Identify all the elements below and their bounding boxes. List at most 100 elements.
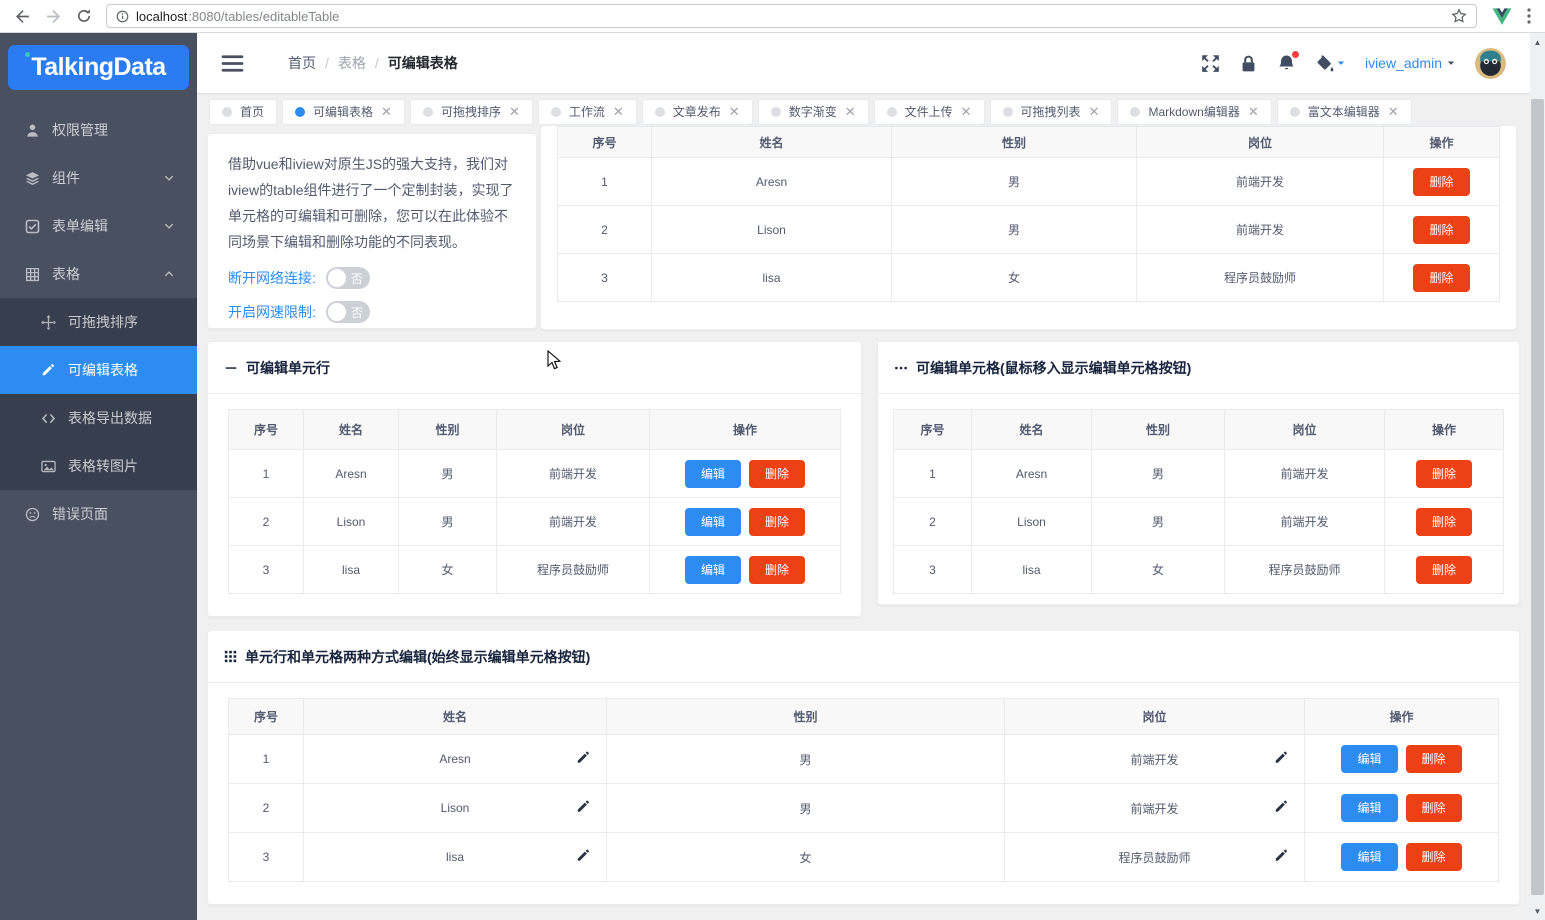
edit-cell-pencil-icon[interactable] xyxy=(1274,751,1288,768)
cell-actions: 删除 xyxy=(1383,157,1500,206)
cell-actions: 编辑 删除 xyxy=(649,497,841,546)
sidebar-item-drag-sort[interactable]: 可拖拽排序 xyxy=(0,298,197,346)
delete-button[interactable]: 删除 xyxy=(1405,745,1462,773)
delete-button[interactable]: 删除 xyxy=(1415,555,1472,584)
breadcrumb-home[interactable]: 首页 xyxy=(288,53,316,73)
sidebar-item-components[interactable]: 组件 xyxy=(0,154,197,202)
avatar[interactable] xyxy=(1475,47,1506,79)
delete-button[interactable]: 删除 xyxy=(749,555,806,584)
cell-job: 前端开发 xyxy=(1224,497,1385,546)
table-row: 3 lisa 女程序员鼓励师 编辑 删除 xyxy=(228,545,841,594)
column-header: 岗位 xyxy=(1004,698,1305,735)
browser-refresh-icon[interactable] xyxy=(76,8,92,24)
delete-button[interactable]: 删除 xyxy=(1415,507,1472,536)
browser-menu-icon[interactable] xyxy=(1527,8,1531,24)
edit-button[interactable]: 编辑 xyxy=(684,507,741,536)
tab-close-icon[interactable]: ✕ xyxy=(509,104,520,120)
data-table: 序号 姓名 性别 岗位 操作 1 Aresn 男前端开发 编辑 删除 2 Lison 男前端开发 编辑 删除… xyxy=(228,698,1499,882)
tab-8[interactable]: Markdown编辑器 ✕ xyxy=(1117,98,1272,125)
delete-button[interactable]: 删除 xyxy=(749,459,806,488)
sidebar-item-tables[interactable]: 表格 xyxy=(0,250,197,298)
edit-cell-pencil-icon[interactable] xyxy=(1274,800,1288,817)
lock-icon[interactable] xyxy=(1239,54,1258,73)
tab-close-icon[interactable]: ✕ xyxy=(381,104,392,120)
edit-cell-pencil-icon[interactable] xyxy=(576,849,590,866)
delete-button[interactable]: 删除 xyxy=(1405,843,1462,871)
user-dropdown[interactable]: iview_admin xyxy=(1365,55,1456,71)
vue-devtools-icon[interactable] xyxy=(1491,7,1513,26)
cell-job: 前端开发 xyxy=(1136,157,1384,206)
tab-status-dot xyxy=(550,106,561,117)
browser-back-icon[interactable] xyxy=(14,8,31,25)
edit-button[interactable]: 编辑 xyxy=(1341,843,1398,871)
edit-cell-pencil-icon[interactable] xyxy=(576,800,590,817)
edit-cell-pencil-icon[interactable] xyxy=(576,751,590,768)
ellipsis-icon xyxy=(894,361,908,375)
sidebar-item-table-to-image[interactable]: 表格转图片 xyxy=(0,442,197,490)
sad-icon xyxy=(24,507,40,522)
bookmark-star-icon[interactable] xyxy=(1451,8,1467,24)
chevron-up-icon xyxy=(161,268,177,280)
cell-job: 前端开发 xyxy=(1004,783,1305,833)
fullscreen-icon[interactable] xyxy=(1201,54,1220,73)
scroll-down-arrow[interactable]: ▼ xyxy=(1530,904,1545,918)
scroll-up-arrow[interactable]: ▲ xyxy=(1530,35,1545,49)
move-icon xyxy=(40,314,56,330)
cell-job: 程序员鼓励师 xyxy=(496,545,650,594)
edit-button[interactable]: 编辑 xyxy=(1341,745,1398,773)
tab-close-icon[interactable]: ✕ xyxy=(1089,104,1100,120)
sidebar-item-form-edit[interactable]: 表单编辑 xyxy=(0,202,197,250)
sidebar-collapse-icon[interactable] xyxy=(221,54,244,73)
column-header: 姓名 xyxy=(651,126,892,158)
tab-close-icon[interactable]: ✕ xyxy=(845,104,856,120)
tab-9[interactable]: 富文本编辑器 ✕ xyxy=(1276,98,1412,125)
notifications-bell-icon[interactable] xyxy=(1277,50,1299,73)
table-row: 3 lisa 女程序员鼓励师 删除 xyxy=(893,545,1504,594)
tab-close-icon[interactable]: ✕ xyxy=(1248,104,1259,120)
info-icon[interactable] xyxy=(116,10,129,23)
tab-close-icon[interactable]: ✕ xyxy=(961,104,972,120)
tab-5[interactable]: 数字渐变 ✕ xyxy=(757,98,869,125)
tab-0[interactable]: 首页 xyxy=(209,98,278,125)
caret-down-icon xyxy=(1336,58,1346,68)
delete-button[interactable]: 删除 xyxy=(1415,459,1472,488)
toggle-switch[interactable]: 否 xyxy=(325,267,370,289)
delete-button[interactable]: 删除 xyxy=(1405,794,1462,822)
toggle-switch[interactable]: 否 xyxy=(325,301,370,323)
theme-switcher[interactable] xyxy=(1315,54,1346,73)
edit-cell-pencil-icon[interactable] xyxy=(1274,849,1288,866)
cell-actions: 删除 xyxy=(1384,449,1504,498)
sidebar-item-error-page[interactable]: 错误页面 xyxy=(0,490,197,538)
tab-close-icon[interactable]: ✕ xyxy=(1388,104,1399,120)
tab-label: 文章发布 xyxy=(672,105,721,119)
tab-7[interactable]: 可拖拽列表 ✕ xyxy=(989,98,1113,125)
cell-index: 1 xyxy=(228,449,304,498)
sidebar-item-rights[interactable]: 权限管理 xyxy=(0,106,197,154)
edit-button[interactable]: 编辑 xyxy=(1341,794,1398,822)
tab-3[interactable]: 工作流 ✕ xyxy=(537,98,637,125)
sidebar-item-editable-table[interactable]: 可编辑表格 xyxy=(0,346,197,394)
tab-status-dot xyxy=(1289,106,1300,117)
tab-close-icon[interactable]: ✕ xyxy=(613,104,624,120)
breadcrumb: 首页 / 表格 / 可编辑表格 xyxy=(288,53,458,73)
tab-4[interactable]: 文章发布 ✕ xyxy=(641,98,753,125)
tab-1[interactable]: 可编辑表格 ✕ xyxy=(282,98,405,125)
cell-index: 2 xyxy=(228,497,304,546)
sidebar-item-export-data[interactable]: 表格导出数据 xyxy=(0,394,197,442)
tab-6[interactable]: 文件上传 ✕ xyxy=(873,98,985,125)
scrollbar-thumb[interactable] xyxy=(1531,99,1544,895)
edit-button[interactable]: 编辑 xyxy=(684,459,741,488)
delete-button[interactable]: 删除 xyxy=(749,507,806,536)
tab-2[interactable]: 可拖拽排序 ✕ xyxy=(409,98,533,125)
url-bar[interactable]: localhost:8080/tables/editableTable xyxy=(106,4,1477,28)
browser-forward-icon[interactable] xyxy=(45,8,62,25)
cell-job: 前端开发 xyxy=(1004,734,1305,784)
delete-button[interactable]: 删除 xyxy=(1413,215,1470,244)
tab-close-icon[interactable]: ✕ xyxy=(729,104,740,120)
delete-button[interactable]: 删除 xyxy=(1413,263,1470,292)
cell-gender: 男 xyxy=(606,734,1005,784)
delete-button[interactable]: 删除 xyxy=(1413,167,1470,196)
edit-button[interactable]: 编辑 xyxy=(684,555,741,584)
cell-actions: 编辑 删除 xyxy=(649,545,841,594)
table-row: 1 Aresn 男前端开发 删除 xyxy=(557,157,1500,206)
